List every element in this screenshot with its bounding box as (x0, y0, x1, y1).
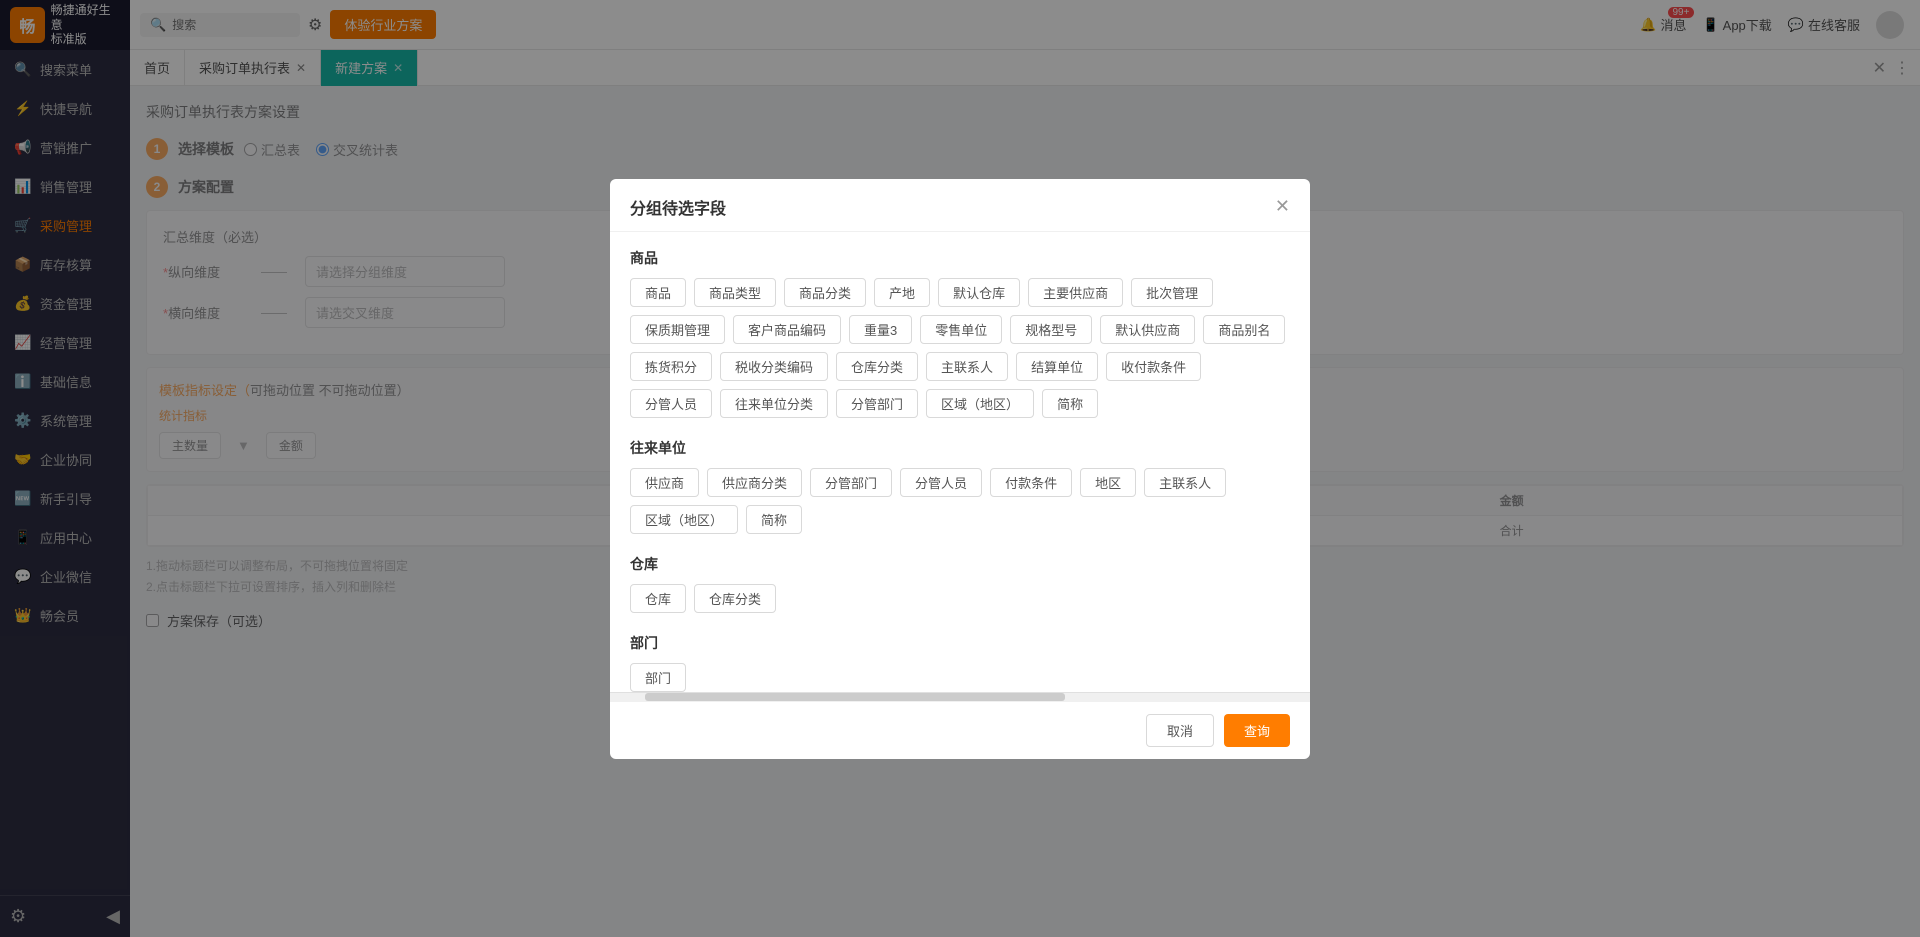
field-tag-1-0[interactable]: 供应商 (630, 468, 699, 497)
field-tag-1-2[interactable]: 分管部门 (810, 468, 892, 497)
field-tag-1-1[interactable]: 供应商分类 (707, 468, 802, 497)
modal-title: 分组待选字段 (630, 195, 726, 219)
field-tag-0-0[interactable]: 商品 (630, 278, 686, 307)
field-tag-0-15[interactable]: 税收分类编码 (720, 352, 828, 381)
modal-scrollbar-thumb (645, 693, 1065, 701)
field-tag-1-7[interactable]: 区域（地区） (630, 505, 738, 534)
field-tag-0-7[interactable]: 保质期管理 (630, 315, 725, 344)
field-tag-0-12[interactable]: 默认供应商 (1100, 315, 1195, 344)
field-group-3: 部门部门 (630, 633, 1290, 692)
confirm-button[interactable]: 查询 (1224, 714, 1290, 747)
field-tag-0-3[interactable]: 产地 (874, 278, 930, 307)
field-tag-0-20[interactable]: 分管人员 (630, 389, 712, 418)
field-tag-0-2[interactable]: 商品分类 (784, 278, 866, 307)
field-tag-0-23[interactable]: 区域（地区） (926, 389, 1034, 418)
field-tag-0-11[interactable]: 规格型号 (1010, 315, 1092, 344)
field-tag-0-10[interactable]: 零售单位 (920, 315, 1002, 344)
field-tag-1-8[interactable]: 简称 (746, 505, 802, 534)
field-tag-2-0[interactable]: 仓库 (630, 584, 686, 613)
field-list-0: 商品商品类型商品分类产地默认仓库主要供应商批次管理保质期管理客户商品编码重量3 零… (630, 278, 1290, 418)
modal-footer: 取消 查询 (610, 701, 1310, 759)
modal-body[interactable]: 商品商品商品类型商品分类产地默认仓库主要供应商批次管理保质期管理客户商品编码重量… (610, 232, 1310, 692)
field-tag-3-0[interactable]: 部门 (630, 663, 686, 692)
field-list-1: 供应商供应商分类分管部门分管人员付款条件地区主联系人区域（地区） 简称 (630, 468, 1290, 534)
field-group-title-0: 商品 (630, 248, 1290, 268)
modal-close-button[interactable]: ✕ (1275, 196, 1290, 217)
modal-header: 分组待选字段 ✕ (610, 179, 1310, 232)
field-tag-0-13[interactable]: 商品别名 (1203, 315, 1285, 344)
field-tag-0-9[interactable]: 重量3 (849, 315, 912, 344)
field-tag-0-17[interactable]: 主联系人 (926, 352, 1008, 381)
field-list-3: 部门 (630, 663, 1290, 692)
field-group-title-1: 往来单位 (630, 438, 1290, 458)
modal: 分组待选字段 ✕ 商品商品商品类型商品分类产地默认仓库主要供应商批次管理保质期管… (610, 179, 1310, 759)
field-tag-2-1[interactable]: 仓库分类 (694, 584, 776, 613)
field-tag-1-3[interactable]: 分管人员 (900, 468, 982, 497)
field-group-title-3: 部门 (630, 633, 1290, 653)
modal-overlay: 分组待选字段 ✕ 商品商品商品类型商品分类产地默认仓库主要供应商批次管理保质期管… (0, 0, 1920, 937)
field-tag-0-1[interactable]: 商品类型 (694, 278, 776, 307)
field-tag-0-18[interactable]: 结算单位 (1016, 352, 1098, 381)
field-list-2: 仓库仓库分类 (630, 584, 1290, 613)
field-tag-0-22[interactable]: 分管部门 (836, 389, 918, 418)
field-tag-0-4[interactable]: 默认仓库 (938, 278, 1020, 307)
field-group-title-2: 仓库 (630, 554, 1290, 574)
field-tag-0-24[interactable]: 简称 (1042, 389, 1098, 418)
field-tag-1-4[interactable]: 付款条件 (990, 468, 1072, 497)
field-tag-0-19[interactable]: 收付款条件 (1106, 352, 1201, 381)
field-tag-1-5[interactable]: 地区 (1080, 468, 1136, 497)
cancel-button[interactable]: 取消 (1146, 714, 1214, 747)
field-group-0: 商品商品商品类型商品分类产地默认仓库主要供应商批次管理保质期管理客户商品编码重量… (630, 248, 1290, 418)
field-tag-0-8[interactable]: 客户商品编码 (733, 315, 841, 344)
field-tag-0-5[interactable]: 主要供应商 (1028, 278, 1123, 307)
field-tag-0-21[interactable]: 往来单位分类 (720, 389, 828, 418)
field-group-1: 往来单位供应商供应商分类分管部门分管人员付款条件地区主联系人区域（地区） 简称 (630, 438, 1290, 534)
field-tag-0-6[interactable]: 批次管理 (1131, 278, 1213, 307)
field-tag-0-16[interactable]: 仓库分类 (836, 352, 918, 381)
modal-horizontal-scrollbar[interactable] (610, 692, 1310, 701)
field-tag-0-14[interactable]: 拣货积分 (630, 352, 712, 381)
field-tag-1-6[interactable]: 主联系人 (1144, 468, 1226, 497)
field-group-2: 仓库仓库仓库分类 (630, 554, 1290, 613)
